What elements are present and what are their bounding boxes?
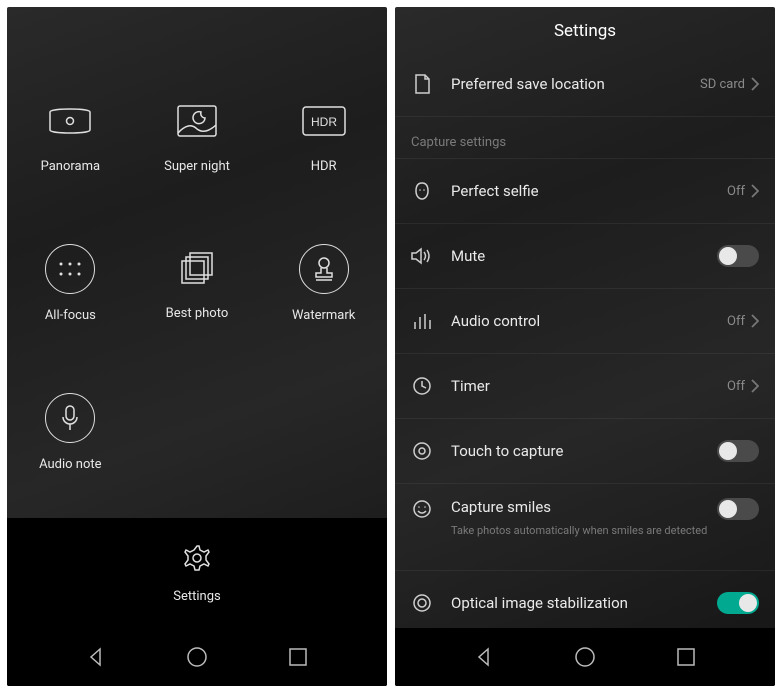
page-title: Settings (395, 7, 775, 51)
mode-label: Super night (164, 159, 230, 174)
modes-grid: Panorama Super night HDR HDR All-focus (7, 7, 387, 472)
row-audio-control[interactable]: Audio control Off (395, 289, 775, 354)
nav-recents-button[interactable] (286, 645, 310, 669)
clock-icon (411, 375, 433, 397)
hdr-icon: HDR (300, 97, 348, 145)
microphone-icon (45, 393, 95, 443)
row-perfect-selfie[interactable]: Perfect selfie Off (395, 159, 775, 224)
touch-circle-icon (411, 440, 433, 462)
mode-all-focus[interactable]: All-focus (15, 244, 125, 323)
row-label: Touch to capture (451, 442, 717, 460)
mode-label: HDR (311, 159, 337, 174)
nav-home-button[interactable] (185, 645, 209, 669)
mode-panorama[interactable]: Panorama (15, 97, 125, 174)
row-label: Timer (451, 377, 727, 395)
row-label: Audio control (451, 312, 727, 330)
camera-modes-screen: Panorama Super night HDR HDR All-focus (7, 7, 387, 686)
smile-icon (411, 498, 433, 520)
navigation-bar (7, 628, 387, 686)
chevron-right-icon (751, 184, 759, 198)
panorama-icon (46, 97, 94, 145)
row-mute[interactable]: Mute (395, 224, 775, 289)
gear-icon (182, 543, 212, 577)
row-label: Optical image stabilization (451, 594, 717, 612)
stamp-icon (299, 244, 349, 294)
chevron-right-icon (751, 379, 759, 393)
nav-home-button[interactable] (573, 645, 597, 669)
mode-hdr[interactable]: HDR HDR (269, 97, 379, 174)
all-focus-icon (45, 244, 95, 294)
section-header-capture: Capture settings (395, 117, 775, 159)
moon-landscape-icon (173, 97, 221, 145)
row-value: SD card (700, 77, 745, 92)
mode-label: Watermark (292, 308, 355, 323)
mute-toggle[interactable] (717, 245, 759, 267)
nav-back-button[interactable] (472, 645, 496, 669)
stabilization-icon (411, 592, 433, 614)
mode-best-photo[interactable]: Best photo (142, 244, 252, 323)
row-save-location[interactable]: Preferred save location SD card (395, 52, 775, 117)
mode-label: Best photo (166, 306, 229, 321)
mode-audio-note[interactable]: Audio note (15, 393, 125, 472)
row-label: Capture smiles (451, 498, 717, 516)
row-subtitle: Take photos automatically when smiles ar… (451, 524, 707, 537)
chevron-right-icon (751, 314, 759, 328)
nav-back-button[interactable] (84, 645, 108, 669)
mode-label: Panorama (41, 159, 101, 174)
mode-watermark[interactable]: Watermark (269, 244, 379, 323)
mode-label: Audio note (39, 457, 101, 472)
settings-button[interactable]: Settings (7, 518, 387, 628)
row-capture-smiles[interactable]: Capture smiles Take photos automatically… (395, 484, 775, 571)
row-touch-capture[interactable]: Touch to capture (395, 419, 775, 484)
face-icon (411, 180, 433, 202)
capture-smiles-toggle[interactable] (717, 498, 759, 520)
row-ois[interactable]: Optical image stabilization (395, 571, 775, 628)
stack-photos-icon (173, 244, 221, 292)
mode-super-night[interactable]: Super night (142, 97, 252, 174)
svg-text:HDR: HDR (311, 115, 337, 129)
settings-label: Settings (173, 589, 220, 604)
row-label: Preferred save location (451, 75, 700, 93)
speaker-icon (411, 245, 433, 267)
row-label: Mute (451, 247, 717, 265)
nav-recents-button[interactable] (674, 645, 698, 669)
row-value: Off (727, 379, 745, 394)
navigation-bar (395, 628, 775, 686)
mode-label: All-focus (45, 308, 96, 323)
row-label: Perfect selfie (451, 182, 727, 200)
row-timer[interactable]: Timer Off (395, 354, 775, 419)
settings-list[interactable]: Preferred save location SD card Capture … (395, 52, 775, 628)
camera-settings-screen: Settings Preferred save location SD card… (395, 7, 775, 686)
touch-capture-toggle[interactable] (717, 440, 759, 462)
document-icon (411, 73, 433, 95)
bars-icon (411, 310, 433, 332)
row-value: Off (727, 184, 745, 199)
ois-toggle[interactable] (717, 592, 759, 614)
row-value: Off (727, 314, 745, 329)
chevron-right-icon (751, 77, 759, 91)
